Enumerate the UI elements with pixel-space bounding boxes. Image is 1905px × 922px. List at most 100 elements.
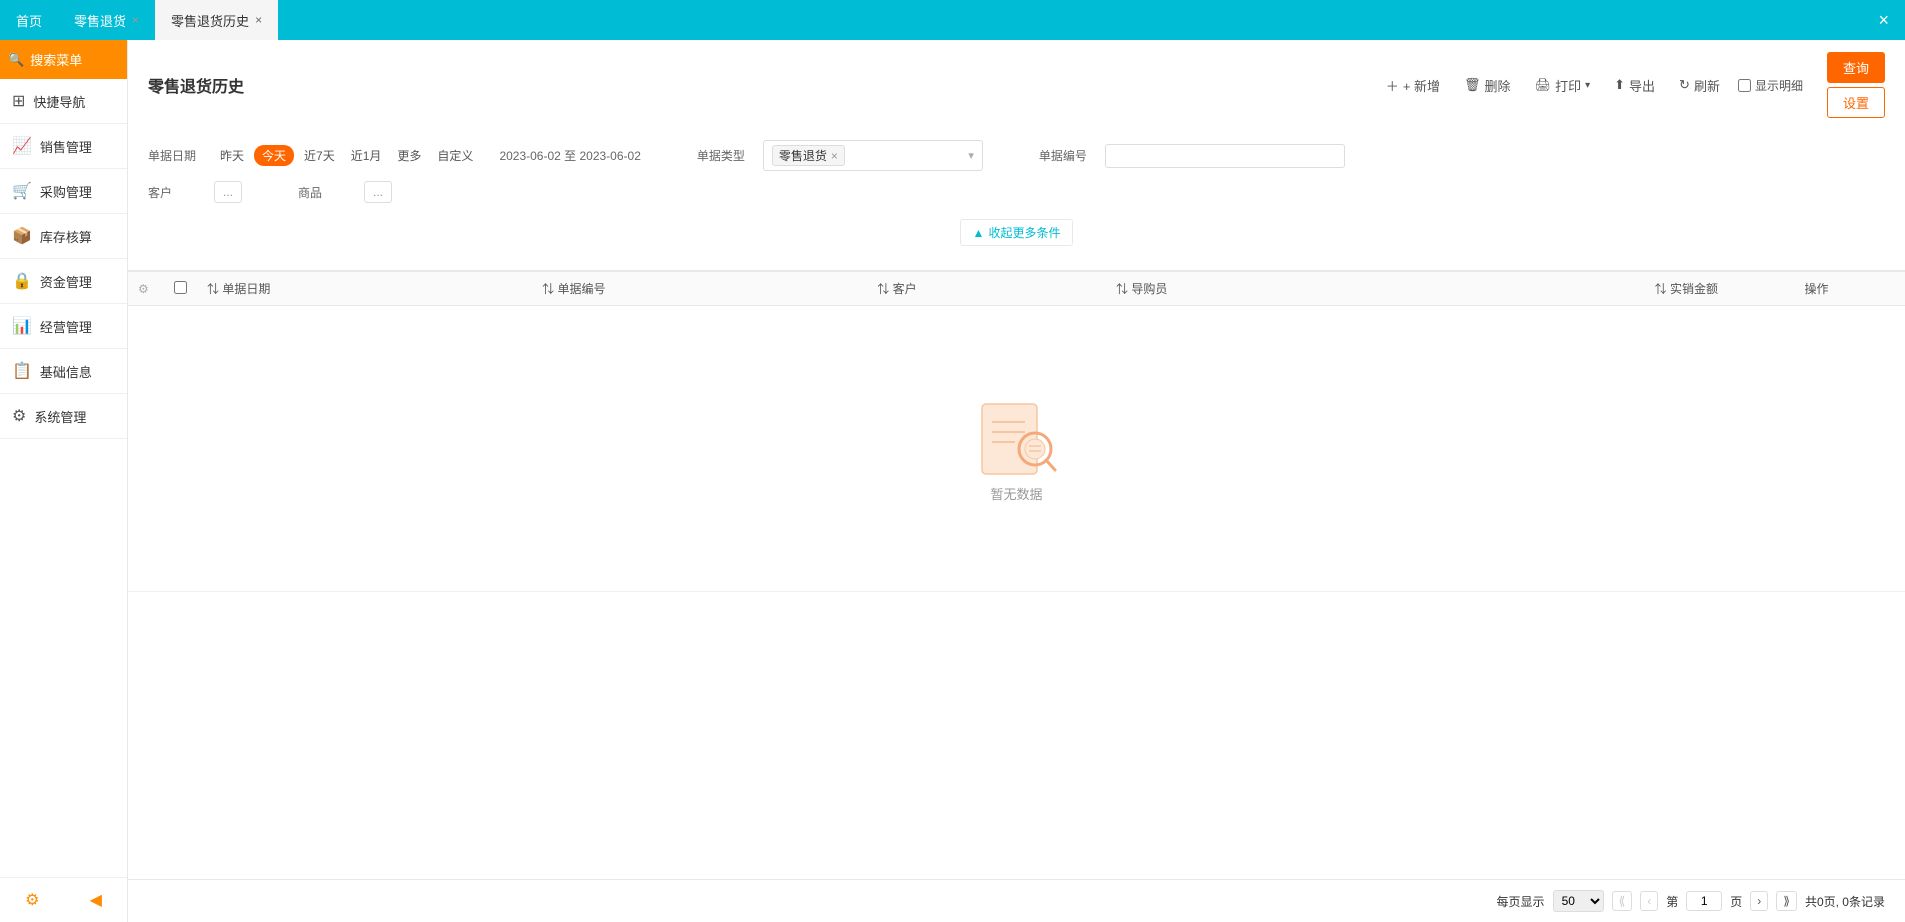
export-icon: ⬆: [1614, 77, 1625, 93]
purchase-mgmt-icon: 🛒: [12, 181, 32, 201]
sidebar-search-label: 搜索菜单: [30, 50, 82, 69]
tab-retail-return-history[interactable]: 零售退货历史 ×: [155, 0, 278, 40]
sidebar-item-quick-nav-label: 快捷导航: [33, 92, 85, 111]
col-doc-date[interactable]: ⇅ 单据日期: [197, 272, 532, 306]
doc-type-tag: 零售退货 ×: [772, 145, 845, 166]
col-action: 操作: [1728, 272, 1905, 306]
goods-filter-btn[interactable]: ...: [364, 181, 392, 203]
goods-filter-label: 商品: [298, 184, 348, 201]
new-icon: ＋: [1386, 76, 1399, 95]
date-range-display: 2023-06-02 至 2023-06-02: [499, 147, 640, 164]
sidebar-bottom: ⚙ ◀: [0, 877, 127, 922]
sidebar-item-operations-mgmt[interactable]: 📊 经营管理: [0, 304, 127, 349]
date-option-1month[interactable]: 近1月: [345, 145, 388, 166]
doc-type-filter-label: 单据类型: [697, 147, 747, 164]
tab-home[interactable]: 首页: [0, 0, 58, 40]
date-option-7days[interactable]: 近7天: [298, 145, 341, 166]
window-close-button[interactable]: ×: [1862, 10, 1905, 31]
page-number-input[interactable]: [1686, 891, 1722, 911]
top-bar: 首页 零售退货 × 零售退货历史 × ×: [0, 0, 1905, 40]
sidebar-search[interactable]: 🔍 搜索菜单: [0, 40, 127, 79]
show-detail-checkbox[interactable]: [1738, 79, 1751, 92]
settings-bottom-icon[interactable]: ⚙: [25, 890, 39, 910]
next-page-button[interactable]: ›: [1750, 891, 1768, 911]
filter-row-date: 单据日期 昨天 今天 近7天 近1月 更多 自定义 2023-06-02 至 2…: [148, 140, 1885, 171]
col-guide[interactable]: ⇅ 导购员: [1106, 272, 1393, 306]
date-option-more[interactable]: 更多: [391, 145, 427, 166]
query-button[interactable]: 查询: [1827, 52, 1885, 83]
date-filter-label: 单据日期: [148, 147, 198, 164]
select-all-checkbox[interactable]: [174, 281, 187, 294]
per-page-label: 每页显示: [1497, 893, 1545, 910]
customer-filter-btn[interactable]: ...: [214, 181, 242, 203]
print-button-label: 打印: [1555, 76, 1581, 95]
tab-list: 首页 零售退货 × 零售退货历史 ×: [0, 0, 1862, 40]
doc-number-input[interactable]: [1105, 144, 1345, 168]
table-settings-icon[interactable]: ⚙: [138, 282, 149, 296]
export-button[interactable]: ⬆ 导出: [1608, 72, 1661, 99]
sidebar-item-sales-mgmt[interactable]: 📈 销售管理: [0, 124, 127, 169]
inventory-icon: 📦: [12, 226, 32, 246]
content-area: 零售退货历史 ＋ + 新增 🗑 删除 🖨 打印: [128, 40, 1905, 922]
col-actual-amount[interactable]: ⇅ 实销金额: [1393, 272, 1728, 306]
doc-type-tag-close[interactable]: ×: [831, 149, 838, 163]
sidebar-item-quick-nav[interactable]: ⊞ 快捷导航: [0, 79, 127, 124]
sidebar-item-finance-mgmt[interactable]: 🔒 资金管理: [0, 259, 127, 304]
per-page-select[interactable]: 20 50 100: [1553, 890, 1604, 912]
tab-home-label: 首页: [16, 11, 42, 30]
print-dropdown-icon: ▾: [1585, 80, 1590, 91]
finance-mgmt-icon: 🔒: [12, 271, 32, 291]
col-guide-label: 导购员: [1131, 282, 1167, 296]
date-option-custom[interactable]: 自定义: [431, 145, 479, 166]
page-label: 第: [1666, 893, 1678, 910]
collapse-sidebar-icon[interactable]: ◀: [90, 890, 102, 910]
col-customer[interactable]: ⇅ 客户: [867, 272, 1106, 306]
sidebar-item-inventory[interactable]: 📦 库存核算: [0, 214, 127, 259]
tab-retail-return[interactable]: 零售退货 ×: [58, 0, 155, 40]
date-option-today[interactable]: 今天: [254, 145, 294, 166]
sidebar-item-sales-mgmt-label: 销售管理: [40, 137, 92, 156]
refresh-button[interactable]: ↻ 刷新: [1673, 72, 1726, 99]
tab-retail-return-history-label: 零售退货历史: [171, 11, 249, 30]
doc-type-dropdown-icon: ▾: [968, 149, 974, 162]
date-option-yesterday[interactable]: 昨天: [214, 145, 250, 166]
delete-icon: 🗑: [1464, 77, 1481, 93]
tab-retail-return-close[interactable]: ×: [132, 13, 139, 27]
sidebar-item-system-mgmt-label: 系统管理: [34, 407, 86, 426]
customer-filter-label: 客户: [148, 184, 198, 201]
col-doc-date-label: 单据日期: [222, 282, 270, 296]
sidebar-item-basic-info[interactable]: 📋 基础信息: [0, 349, 127, 394]
basic-info-icon: 📋: [12, 361, 32, 381]
sidebar-item-system-mgmt[interactable]: ⚙ 系统管理: [0, 394, 127, 439]
pagination-bar: 每页显示 20 50 100 ⟪ ‹ 第 页 › ⟫ 共0页, 0条记录: [128, 879, 1905, 922]
show-detail-toggle[interactable]: 显示明细: [1738, 77, 1803, 94]
prev-page-button[interactable]: ‹: [1640, 891, 1658, 911]
doc-type-select[interactable]: 零售退货 × ▾: [763, 140, 983, 171]
system-mgmt-icon: ⚙: [12, 406, 26, 426]
page-title-row: 零售退货历史 ＋ + 新增 🗑 删除 🖨 打印: [148, 52, 1885, 118]
delete-button[interactable]: 🗑 删除: [1458, 72, 1517, 99]
empty-text: 暂无数据: [990, 484, 1042, 503]
collapse-button[interactable]: ▲ 收起更多条件: [960, 219, 1074, 246]
doc-type-value: 零售退货: [779, 147, 827, 164]
show-detail-label: 显示明细: [1755, 77, 1803, 94]
date-options: 昨天 今天 近7天 近1月 更多 自定义: [214, 145, 479, 166]
settings-button[interactable]: 设置: [1827, 87, 1885, 118]
last-page-button[interactable]: ⟫: [1776, 891, 1797, 911]
tab-retail-return-history-close[interactable]: ×: [255, 13, 262, 27]
print-button[interactable]: 🖨 打印 ▾: [1529, 72, 1597, 99]
new-button-label: + 新增: [1403, 76, 1440, 95]
sidebar-item-finance-mgmt-label: 资金管理: [40, 272, 92, 291]
sidebar-item-basic-info-label: 基础信息: [40, 362, 92, 381]
col-checkbox: [164, 272, 197, 306]
col-customer-label: 客户: [893, 282, 917, 296]
col-doc-number-label: 单据编号: [558, 282, 606, 296]
new-button[interactable]: ＋ + 新增: [1380, 72, 1446, 99]
col-doc-number[interactable]: ⇅ 单据编号: [532, 272, 867, 306]
first-page-button[interactable]: ⟪: [1612, 891, 1633, 911]
pagination-summary: 共0页, 0条记录: [1805, 893, 1885, 910]
refresh-icon: ↻: [1679, 77, 1690, 93]
sidebar-item-purchase-mgmt[interactable]: 🛒 采购管理: [0, 169, 127, 214]
empty-illustration: [967, 394, 1067, 484]
table-container: ⚙ ⇅ 单据日期 ⇅ 单据编号: [128, 271, 1905, 879]
